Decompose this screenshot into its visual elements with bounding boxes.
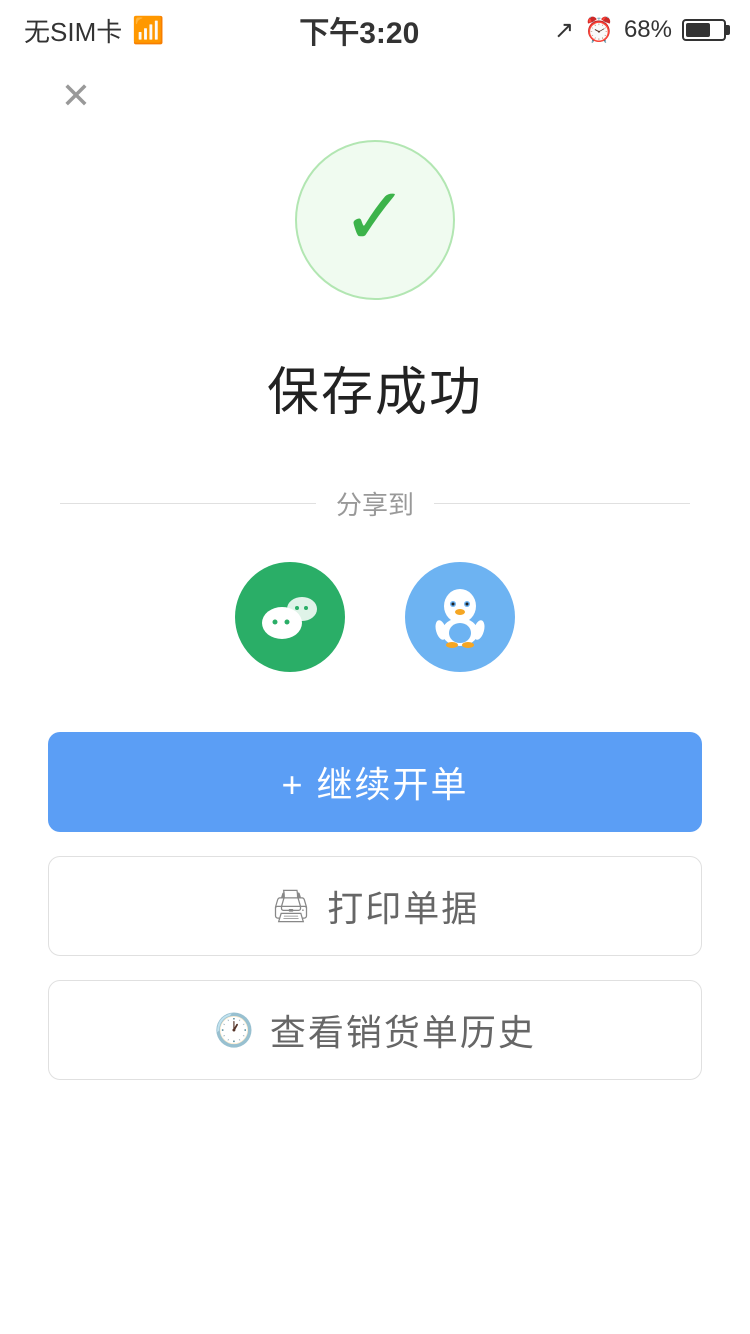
wechat-icon [260, 591, 320, 643]
print-icon: 🖨 [271, 887, 312, 925]
main-content: ✓ 保存成功 分享到 [0, 60, 750, 1080]
history-icon: 🕐 [214, 1011, 254, 1049]
wechat-share-button[interactable] [235, 562, 345, 672]
share-divider: 分享到 [0, 485, 750, 522]
continue-button-label: + 继续开单 [281, 756, 468, 808]
print-button[interactable]: 🖨 打印单据 [48, 856, 702, 956]
location-icon: ↗ [554, 16, 574, 45]
share-label: 分享到 [336, 485, 414, 522]
success-title: 保存成功 [267, 350, 483, 425]
carrier-text: 无SIM卡 [24, 12, 122, 49]
qq-icon [431, 586, 489, 648]
battery-icon [682, 19, 726, 41]
close-icon: ✕ [61, 75, 91, 117]
history-button[interactable]: 🕐 查看销货单历史 [48, 980, 702, 1080]
qq-share-button[interactable] [405, 562, 515, 672]
share-icons [235, 562, 515, 672]
action-buttons: + 继续开单 🖨 打印单据 🕐 查看销货单历史 [0, 732, 750, 1080]
share-section: 分享到 [0, 485, 750, 672]
checkmark-icon: ✓ [341, 177, 408, 257]
status-left: 无SIM卡 📶 [24, 12, 165, 49]
divider-right [434, 503, 690, 504]
close-button[interactable]: ✕ [50, 70, 102, 122]
status-bar: 无SIM卡 📶 下午3:20 ↗ ⏰ 68% [0, 0, 750, 60]
alarm-icon: ⏰ [584, 16, 614, 45]
continue-button[interactable]: + 继续开单 [48, 732, 702, 832]
battery-percent: 68% [624, 16, 672, 44]
history-button-label: 查看销货单历史 [270, 1004, 536, 1056]
divider-left [60, 503, 316, 504]
status-right: ↗ ⏰ 68% [554, 16, 726, 45]
print-button-label: 打印单据 [327, 880, 479, 932]
success-circle: ✓ [295, 140, 455, 300]
wifi-icon: 📶 [132, 15, 164, 46]
status-time: 下午3:20 [299, 8, 419, 52]
